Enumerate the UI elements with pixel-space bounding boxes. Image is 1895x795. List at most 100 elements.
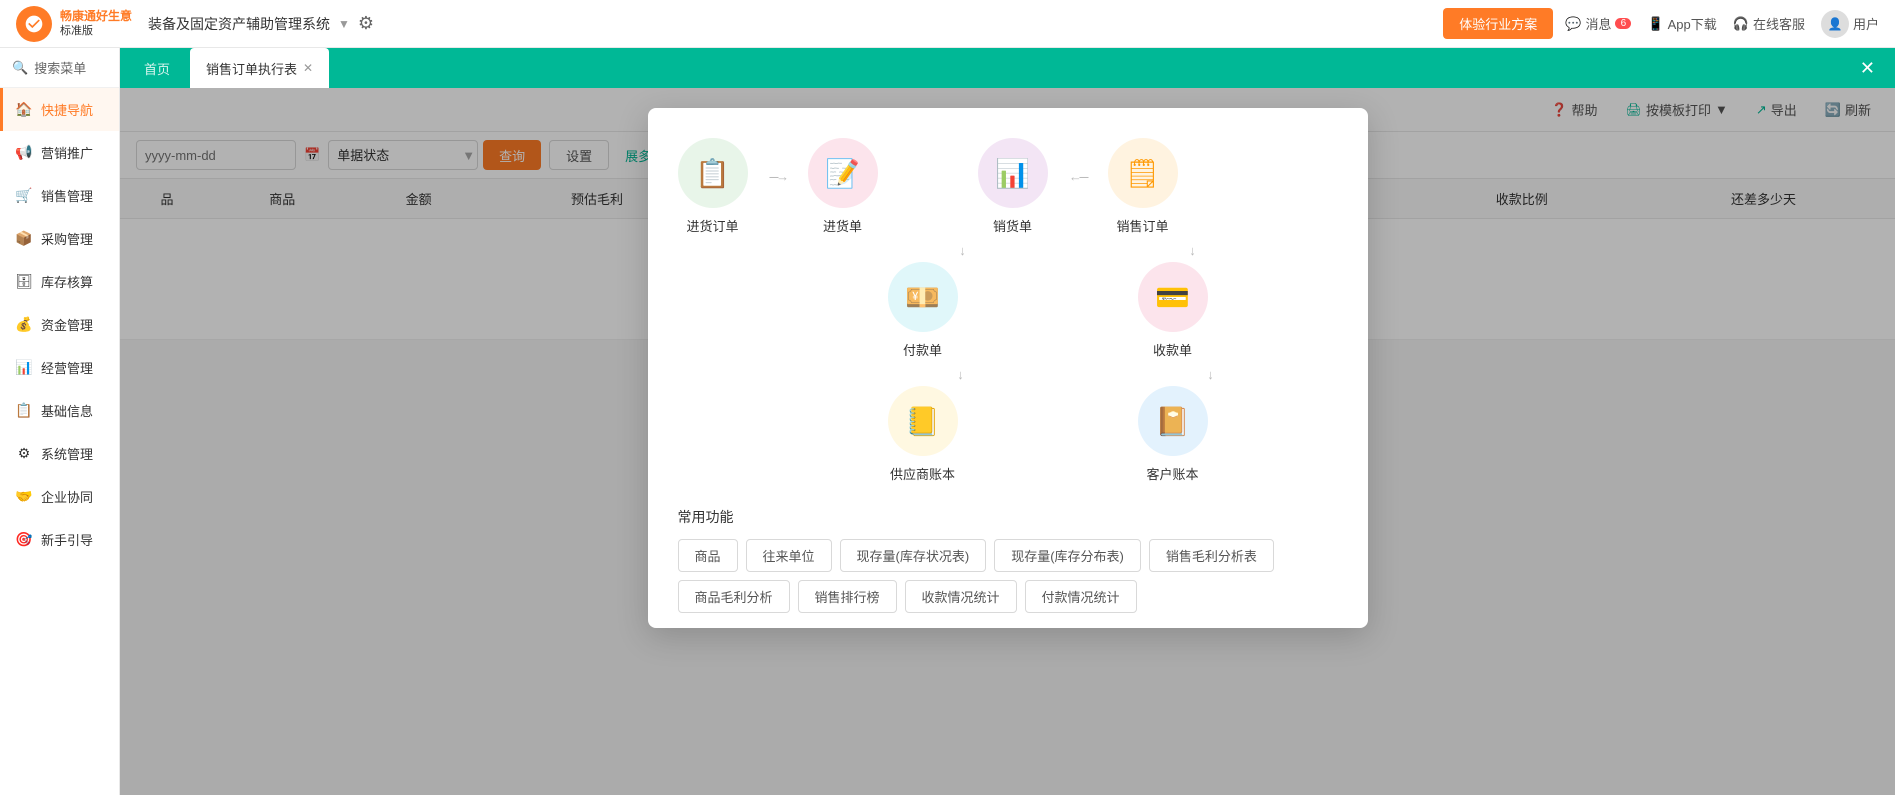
flow-node-supplier-ledger[interactable]: 📒 供应商账本 [888,386,958,483]
message-btn[interactable]: 💬 消息 6 [1565,14,1631,33]
purchase-order-label: 进货订单 [686,216,738,235]
arrow-down-sales: ↓ [1189,243,1196,258]
arrow-down-receipt: ↓ [1207,367,1214,382]
flow-node-receipt[interactable]: 💳 收款单 [1138,262,1208,359]
tab-label-sales-order: 销售订单执行表 [206,59,297,78]
sidebar-item-finance[interactable]: 💰 资金管理 [0,303,119,346]
tab-label-home: 首页 [144,59,170,78]
settings-gear-icon[interactable]: ⚙ [358,13,374,34]
sidebar: 🔍 搜索菜单 🏠 快捷导航 📢 营销推广 🛒 销售管理 📦 采购管理 🗄 库存核… [0,48,120,795]
message-icon: 💬 [1565,16,1581,32]
sidebar-item-sales[interactable]: 🛒 销售管理 [0,174,119,217]
payment-label: 付款单 [903,340,942,359]
flow-node-sales-order[interactable]: 🗒 销售订单 [1108,138,1178,235]
sidebar-label-purchase: 采购管理 [41,229,93,248]
flow-node-sales-bill[interactable]: 📊 销货单 [978,138,1048,235]
tab-close-sales-order[interactable]: ✕ [303,61,313,75]
customer-ledger-label: 客户账本 [1146,464,1198,483]
content-area: 首页销售订单执行表✕ ✕ ❓ 帮助 🖨 按模板打印 ▼ [120,48,1895,795]
sidebar-label-quick: 快捷导航 [41,100,93,119]
logo-area: 畅康通好生意 标准版 [16,6,136,42]
tab-sales-order[interactable]: 销售订单执行表 ✕ [190,48,329,88]
supplier-ledger-label: 供应商账本 [890,464,955,483]
sidebar-item-enterprise[interactable]: 🤝 企业协同 [0,475,119,518]
sidebar-item-basic[interactable]: 📋 基础信息 [0,389,119,432]
purchase-bill-label: 进货单 [823,216,862,235]
sidebar-label-enterprise: 企业协同 [41,487,93,506]
marketing-icon: 📢 [15,144,33,162]
user-area[interactable]: 👤 用户 [1821,10,1879,38]
func-btn-销售排行榜[interactable]: 销售排行榜 [798,580,897,613]
func-btn-往来单位[interactable]: 往来单位 [746,539,832,572]
system-dropdown-icon[interactable]: ▼ [338,17,350,31]
func-btn-现存量(库存状况表)[interactable]: 现存量(库存状况表) [840,539,987,572]
receipt-label: 收款单 [1153,340,1192,359]
sidebar-item-system[interactable]: ⚙ 系统管理 [0,432,119,475]
app-download-btn[interactable]: 📱 App下载 [1647,14,1716,33]
sidebar-label-system: 系统管理 [41,444,93,463]
sidebar-item-marketing[interactable]: 📢 营销推广 [0,131,119,174]
sales-icon: 🛒 [15,187,33,205]
sidebar-label-marketing: 营销推广 [41,143,93,162]
modal-overlay: 📋 进货订单 - - - -→ 📝 [120,88,1895,795]
sidebar-item-quick[interactable]: 🏠 快捷导航 [0,88,119,131]
sidebar-label-operations: 经营管理 [41,358,93,377]
sales-order-icon: 🗒 [1108,138,1178,208]
flow-node-customer-ledger[interactable]: 📔 客户账本 [1138,386,1208,483]
inventory-icon: 🗄 [15,273,33,291]
system-icon: ⚙ [15,445,33,463]
page-content: ❓ 帮助 🖨 按模板打印 ▼ ↗ 导出 🔄 刷新 [120,88,1895,795]
receipt-icon: 💳 [1138,262,1208,332]
sidebar-item-inventory[interactable]: 🗄 库存核算 [0,260,119,303]
logo-icon [16,6,52,42]
sidebar-label-inventory: 库存核算 [41,272,93,291]
func-btn-现存量(库存分布表)[interactable]: 现存量(库存分布表) [994,539,1141,572]
enterprise-icon: 🤝 [15,488,33,506]
flow-node-purchase-order[interactable]: 📋 进货订单 [678,138,748,235]
quick-icon: 🏠 [15,101,33,119]
func-btn-商品[interactable]: 商品 [678,539,738,572]
user-name: 用户 [1853,14,1879,33]
flow-node-payment[interactable]: 💴 付款单 [888,262,958,359]
modal: 📋 进货订单 - - - -→ 📝 [648,108,1368,628]
sidebar-label-sales: 销售管理 [41,186,93,205]
tab-bar: 首页 销售订单执行表 ✕ ✕ [120,48,1895,88]
tab-home[interactable]: 首页 [128,48,186,88]
func-btn-付款情况统计[interactable]: 付款情况统计 [1025,580,1137,613]
operations-icon: 📊 [15,359,33,377]
message-label: 消息 [1585,14,1611,33]
sales-order-label: 销售订单 [1116,216,1168,235]
sidebar-item-guide[interactable]: 🎯 新手引导 [0,518,119,561]
sidebar-label-guide: 新手引导 [41,530,93,549]
sidebar-item-purchase[interactable]: 📦 采购管理 [0,217,119,260]
func-btn-收款情况统计[interactable]: 收款情况统计 [905,580,1017,613]
modal-body: 📋 进货订单 - - - -→ 📝 [648,108,1368,628]
guide-icon: 🎯 [15,531,33,549]
sidebar-item-operations[interactable]: 📊 经营管理 [0,346,119,389]
purchase-bill-icon: 📝 [808,138,878,208]
search-menu-btn[interactable]: 🔍 搜索菜单 [0,48,119,88]
trial-button[interactable]: 体验行业方案 [1443,8,1553,39]
func-buttons-container: 商品往来单位现存量(库存状况表)现存量(库存分布表)销售毛利分析表商品毛利分析销… [678,539,1338,613]
headset-icon: 🎧 [1733,16,1749,32]
basic-icon: 📋 [15,402,33,420]
sidebar-label-basic: 基础信息 [41,401,93,420]
arrow-sales-order-to-bill: ←- - - - [1069,169,1086,184]
common-functions-title: 常用功能 [678,507,1338,527]
tab-close-button[interactable]: ✕ [1848,58,1887,79]
purchase-order-icon: 📋 [678,138,748,208]
arrow-down-payment: ↓ [957,367,964,382]
logo-sub: 标准版 [60,24,132,38]
flow-node-purchase-bill[interactable]: 📝 进货单 [808,138,878,235]
finance-icon: 💰 [15,316,33,334]
func-btn-商品毛利分析[interactable]: 商品毛利分析 [678,580,790,613]
arrow-purchase-to-bill: - - - -→ [769,169,786,184]
customer-ledger-icon: 📔 [1138,386,1208,456]
func-btn-销售毛利分析表[interactable]: 销售毛利分析表 [1149,539,1274,572]
sales-bill-label: 销货单 [993,216,1032,235]
arrow-down-purchase: ↓ [959,243,966,258]
top-right-area: 💬 消息 6 📱 App下载 🎧 在线客服 👤 用户 [1565,10,1879,38]
search-icon: 🔍 [12,60,28,76]
online-service-btn[interactable]: 🎧 在线客服 [1733,14,1805,33]
common-functions: 常用功能 商品往来单位现存量(库存状况表)现存量(库存分布表)销售毛利分析表商品… [678,507,1338,613]
